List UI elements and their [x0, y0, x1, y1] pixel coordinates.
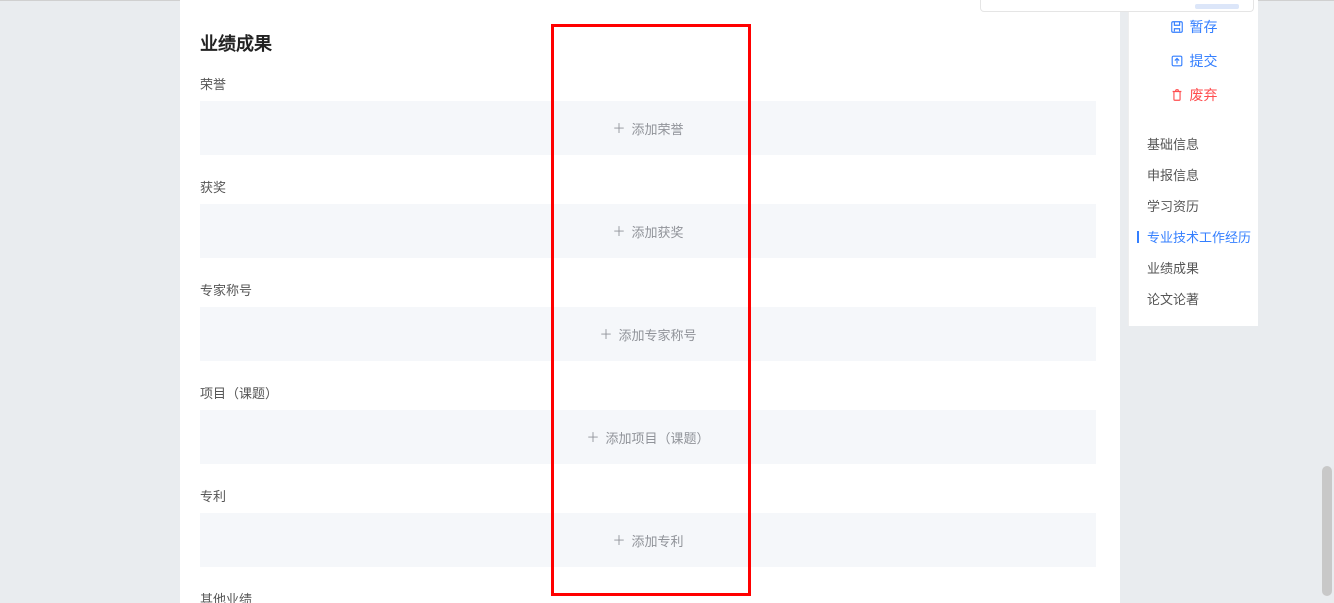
- add-award-label: 添加获奖: [632, 222, 684, 241]
- group-label: 专家称号: [200, 280, 1096, 299]
- nav-label: 申报信息: [1147, 168, 1199, 183]
- nav-label: 论文论著: [1147, 292, 1199, 307]
- nav-basic-info[interactable]: 基础信息: [1129, 128, 1258, 159]
- add-honor-label: 添加荣誉: [632, 119, 684, 138]
- discard-label: 废弃: [1190, 85, 1218, 105]
- nav-application-info[interactable]: 申报信息: [1129, 159, 1258, 190]
- sidebar-nav: 基础信息 申报信息 学习资历 专业技术工作经历 业绩成果 论文论著: [1129, 120, 1258, 326]
- nav-label: 业绩成果: [1147, 261, 1199, 276]
- save-draft-button[interactable]: 暂存: [1129, 10, 1258, 44]
- nav-education[interactable]: 学习资历: [1129, 190, 1258, 221]
- add-patent-label: 添加专利: [632, 531, 684, 550]
- nav-label: 专业技术工作经历: [1147, 230, 1251, 245]
- plus-icon: ＋: [599, 328, 612, 341]
- submit-button[interactable]: 提交: [1129, 44, 1258, 78]
- nav-label: 基础信息: [1147, 137, 1199, 152]
- nav-work-history[interactable]: 专业技术工作经历: [1129, 221, 1258, 252]
- group-label: 其他业绩: [200, 589, 1096, 603]
- add-expert-title-button[interactable]: ＋ 添加专家称号: [200, 307, 1096, 361]
- add-project-button[interactable]: ＋ 添加项目（课题）: [200, 410, 1096, 464]
- right-sidebar: 暂存 提交 废弃 基础信息 申报信息: [1128, 0, 1258, 326]
- floating-panel-fragment: [980, 0, 1254, 12]
- add-honor-button[interactable]: ＋ 添加荣誉: [200, 101, 1096, 155]
- group-label: 获奖: [200, 177, 1096, 196]
- sidebar-actions: 暂存 提交 废弃: [1129, 0, 1258, 120]
- group-label: 荣誉: [200, 74, 1096, 93]
- add-award-button[interactable]: ＋ 添加获奖: [200, 204, 1096, 258]
- save-draft-label: 暂存: [1190, 17, 1218, 37]
- trash-icon: [1170, 88, 1184, 102]
- group-label: 专利: [200, 486, 1096, 505]
- nav-achievements[interactable]: 业绩成果: [1129, 252, 1258, 283]
- save-icon: [1170, 20, 1184, 34]
- add-project-label: 添加项目（课题）: [606, 428, 710, 447]
- plus-icon: ＋: [612, 225, 625, 238]
- section-title: 业绩成果: [200, 30, 1096, 56]
- page-scrollbar-thumb[interactable]: [1322, 466, 1332, 596]
- submit-icon: [1170, 54, 1184, 68]
- plus-icon: ＋: [612, 122, 625, 135]
- content-card: 业绩成果 荣誉 ＋ 添加荣誉 获奖 ＋ 添加获奖 专家称号 ＋ 添加专家称号 项…: [180, 0, 1120, 603]
- nav-label: 学习资历: [1147, 199, 1199, 214]
- add-expert-title-label: 添加专家称号: [619, 325, 697, 344]
- group-label: 项目（课题）: [200, 383, 1096, 402]
- add-patent-button[interactable]: ＋ 添加专利: [200, 513, 1096, 567]
- submit-label: 提交: [1190, 51, 1218, 71]
- nav-papers[interactable]: 论文论著: [1129, 283, 1258, 314]
- plus-icon: ＋: [612, 534, 625, 547]
- plus-icon: ＋: [586, 431, 599, 444]
- discard-button[interactable]: 废弃: [1129, 78, 1258, 112]
